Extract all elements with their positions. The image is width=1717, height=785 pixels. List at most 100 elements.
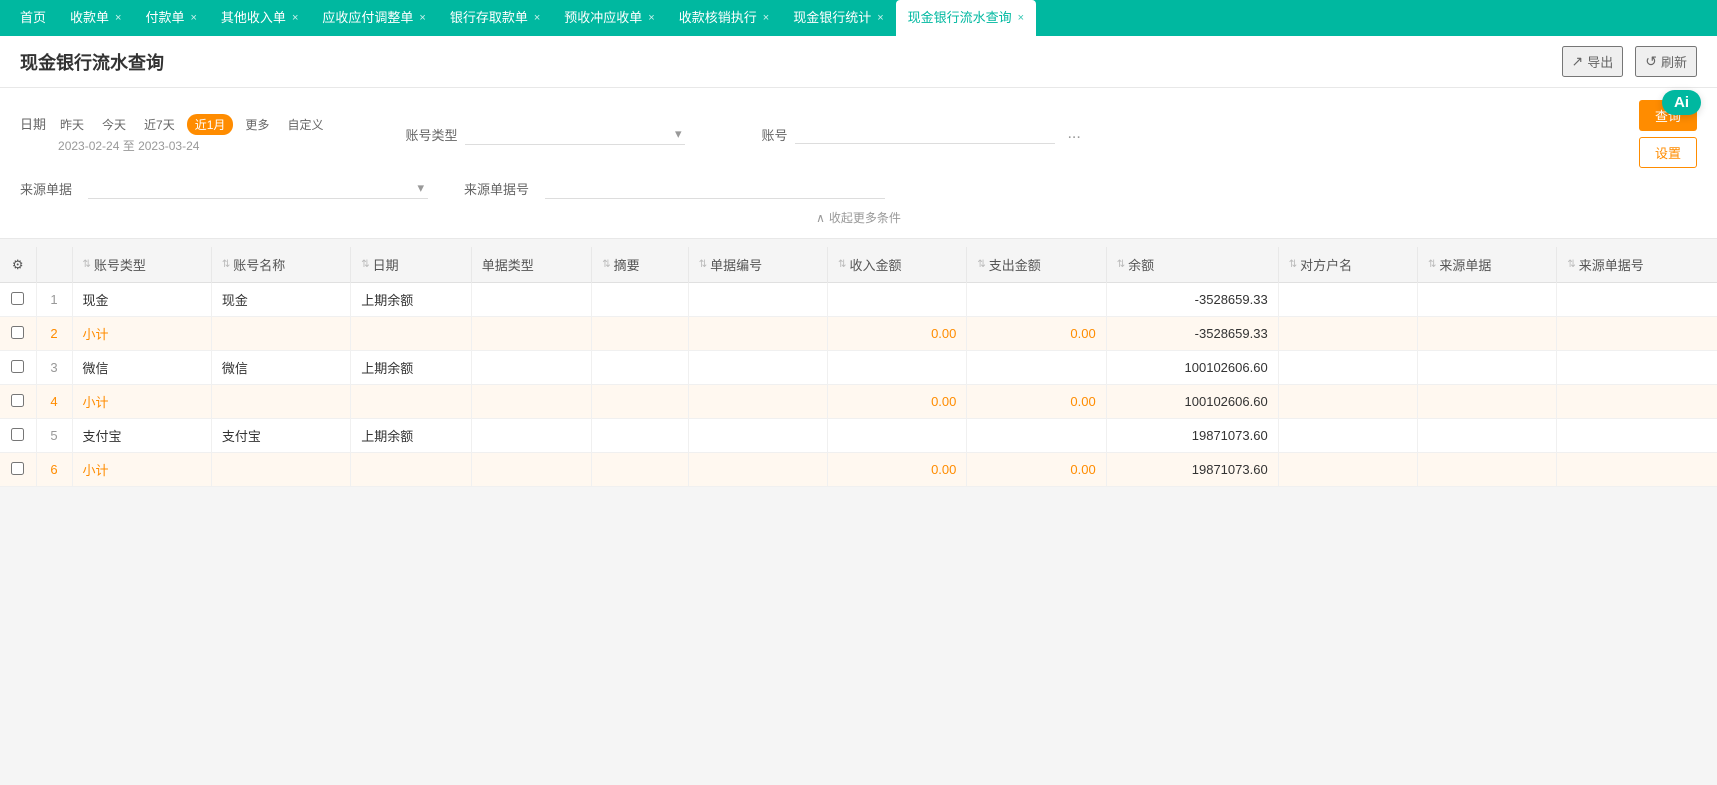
th-gear[interactable]: ⚙ xyxy=(0,247,36,283)
th-expense[interactable]: ⇅ 支出金额 xyxy=(967,247,1106,283)
table-row: 5 支付宝 支付宝 上期余额 19871073.60 xyxy=(0,419,1717,453)
cell-checkbox[interactable] xyxy=(0,385,36,419)
gear-icon: ⚙ xyxy=(12,257,24,272)
cell-income: 0.00 xyxy=(828,453,967,487)
cell-account-type: 小计 xyxy=(72,317,211,351)
cell-voucher-no xyxy=(688,317,827,351)
cell-balance: 19871073.60 xyxy=(1106,419,1278,453)
date-btn-today[interactable]: 今天 xyxy=(96,114,132,135)
export-button[interactable]: ↗ 导出 xyxy=(1562,46,1624,77)
th-account-name[interactable]: ⇅ 账号名称 xyxy=(211,247,350,283)
date-btn-more[interactable]: 更多 xyxy=(239,114,275,135)
account-dots-button[interactable]: ... xyxy=(1063,125,1084,143)
cell-source-voucher-no xyxy=(1557,419,1717,453)
cell-balance: -3528659.33 xyxy=(1106,317,1278,351)
close-icon[interactable]: × xyxy=(1018,0,1024,36)
nav-item-receipt[interactable]: 收款单 × xyxy=(58,0,133,36)
chevron-down-icon: ▾ xyxy=(417,180,424,196)
table-row: 6 小计 0.00 0.00 19871073.60 xyxy=(0,453,1717,487)
close-icon[interactable]: × xyxy=(115,0,121,36)
cell-account-name xyxy=(211,453,350,487)
nav-item-cashflow[interactable]: 现金银行流水查询 × xyxy=(896,0,1036,36)
cell-source-voucher xyxy=(1418,283,1557,317)
refresh-button[interactable]: ↺ 刷新 xyxy=(1635,46,1697,77)
cell-checkbox[interactable] xyxy=(0,453,36,487)
th-source-voucher[interactable]: ⇅ 来源单据 xyxy=(1418,247,1557,283)
th-counterpart[interactable]: ⇅ 对方户名 xyxy=(1278,247,1417,283)
cell-summary xyxy=(592,351,688,385)
cell-num: 6 xyxy=(36,453,72,487)
nav-item-payment[interactable]: 付款单 × xyxy=(133,0,208,36)
cell-date xyxy=(351,453,472,487)
th-summary[interactable]: ⇅ 摘要 xyxy=(592,247,688,283)
cell-expense: 0.00 xyxy=(967,317,1106,351)
source-voucher-select[interactable]: ▾ xyxy=(88,178,428,199)
cell-account-name: 微信 xyxy=(211,351,350,385)
cell-balance: -3528659.33 xyxy=(1106,283,1278,317)
th-voucher-no[interactable]: ⇅ 单据编号 xyxy=(688,247,827,283)
nav-item-other-income[interactable]: 其他收入单 × xyxy=(209,0,310,36)
sort-icon: ⇅ xyxy=(1428,259,1436,270)
cell-expense xyxy=(967,419,1106,453)
cell-voucher-type xyxy=(471,283,592,317)
nav-item-stats[interactable]: 现金银行统计 × xyxy=(781,0,895,36)
cell-checkbox[interactable] xyxy=(0,351,36,385)
cell-checkbox[interactable] xyxy=(0,283,36,317)
account-label: 账号 xyxy=(761,125,787,144)
cell-income: 0.00 xyxy=(828,385,967,419)
cell-summary xyxy=(592,317,688,351)
cell-date: 上期余额 xyxy=(351,419,472,453)
cell-counterpart xyxy=(1278,351,1417,385)
cell-checkbox[interactable] xyxy=(0,317,36,351)
nav-item-home[interactable]: 首页 xyxy=(8,0,58,36)
cell-voucher-no xyxy=(688,385,827,419)
cell-income xyxy=(828,351,967,385)
nav-item-bank-deposit[interactable]: 银行存取款单 × xyxy=(438,0,552,36)
close-icon[interactable]: × xyxy=(292,0,298,36)
collapse-bar[interactable]: ∧ 收起更多条件 xyxy=(20,209,1697,226)
date-label: 日期 xyxy=(20,114,46,133)
th-account-type[interactable]: ⇅ 账号类型 xyxy=(72,247,211,283)
date-btn-custom[interactable]: 自定义 xyxy=(281,114,329,135)
account-type-select[interactable]: ▾ xyxy=(465,124,685,145)
ai-assistant-button[interactable]: Ai xyxy=(1662,90,1701,115)
cell-source-voucher xyxy=(1418,453,1557,487)
filter-area: 日期 昨天 今天 近7天 近1月 更多 自定义 2023-02-24 至 202… xyxy=(0,88,1717,239)
cell-checkbox[interactable] xyxy=(0,419,36,453)
sort-icon: ⇅ xyxy=(602,259,610,270)
nav-item-adjustment[interactable]: 应收应付调整单 × xyxy=(310,0,437,36)
filter-row-2: 来源单据 ▾ 来源单据号 xyxy=(20,178,1697,199)
cell-date: 上期余额 xyxy=(351,351,472,385)
close-icon[interactable]: × xyxy=(534,0,540,36)
cell-income: 0.00 xyxy=(828,317,967,351)
cell-summary xyxy=(592,283,688,317)
table-body: 1 现金 现金 上期余额 -3528659.33 2 小计 0.00 0.00 … xyxy=(0,283,1717,487)
th-date[interactable]: ⇅ 日期 xyxy=(351,247,472,283)
table-row: 2 小计 0.00 0.00 -3528659.33 xyxy=(0,317,1717,351)
th-source-voucher-no[interactable]: ⇅ 来源单据号 xyxy=(1557,247,1717,283)
page-header: 现金银行流水查询 ↗ 导出 ↺ 刷新 xyxy=(0,36,1717,88)
header-actions: ↗ 导出 ↺ 刷新 xyxy=(1562,46,1698,77)
th-income[interactable]: ⇅ 收入金额 xyxy=(828,247,967,283)
close-icon[interactable]: × xyxy=(648,0,654,36)
account-input[interactable] xyxy=(795,124,1055,144)
cell-expense xyxy=(967,283,1106,317)
th-balance[interactable]: ⇅ 余额 xyxy=(1106,247,1278,283)
close-icon[interactable]: × xyxy=(419,0,425,36)
close-icon[interactable]: × xyxy=(763,0,769,36)
cell-source-voucher xyxy=(1418,385,1557,419)
date-btn-7days[interactable]: 近7天 xyxy=(138,114,181,135)
close-icon[interactable]: × xyxy=(877,0,883,36)
nav-item-writeoff[interactable]: 收款核销执行 × xyxy=(667,0,781,36)
cell-date xyxy=(351,317,472,351)
source-voucher-no-input[interactable] xyxy=(545,179,885,199)
page-title: 现金银行流水查询 xyxy=(20,49,164,75)
cell-counterpart xyxy=(1278,453,1417,487)
date-btn-1month[interactable]: 近1月 xyxy=(187,114,234,135)
close-icon[interactable]: × xyxy=(190,0,196,36)
nav-item-prepay[interactable]: 预收冲应收单 × xyxy=(552,0,666,36)
date-btn-yesterday[interactable]: 昨天 xyxy=(54,114,90,135)
settings-button[interactable]: 设置 xyxy=(1639,137,1697,168)
cell-counterpart xyxy=(1278,283,1417,317)
source-voucher-label: 来源单据 xyxy=(20,179,72,198)
